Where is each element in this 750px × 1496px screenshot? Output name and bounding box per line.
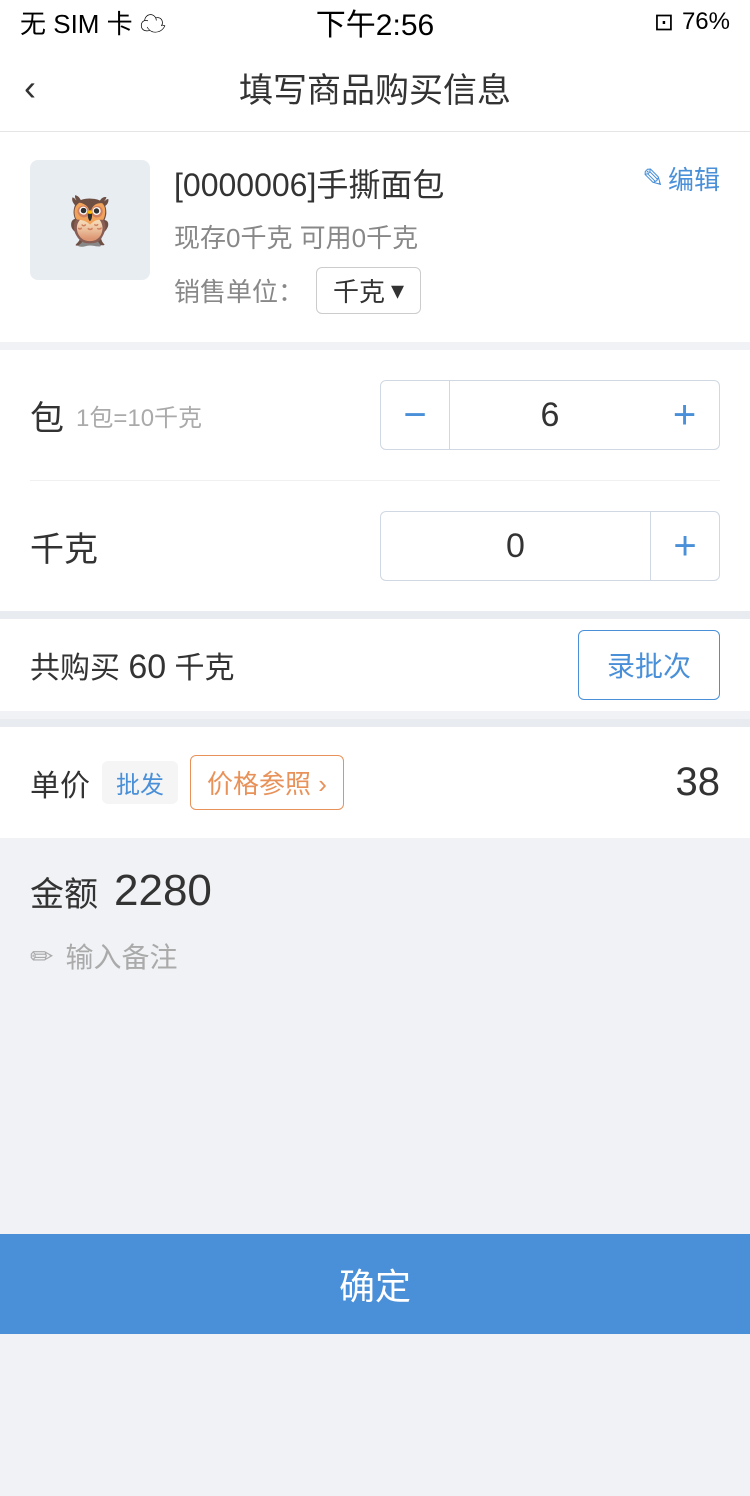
- price-section: 单价 批发 价格参照 › 38: [0, 719, 750, 838]
- quantity-section: 包 1包=10千克 − + 千克 +: [0, 350, 750, 611]
- back-button[interactable]: ‹: [24, 67, 36, 109]
- batch-button[interactable]: 录批次: [578, 630, 720, 700]
- amount-value: 2280: [114, 866, 212, 916]
- product-thumbnail: 🦉: [60, 192, 120, 249]
- product-stock: 现存0千克 可用0千克: [174, 218, 720, 255]
- qty-input-kg[interactable]: [380, 511, 650, 581]
- status-left: 无 SIM 卡 ☁: [20, 4, 166, 41]
- edit-icon: ✎: [642, 163, 664, 194]
- unit-label: 销售单位：: [174, 272, 304, 309]
- qty-plus-bao[interactable]: +: [650, 380, 720, 450]
- quantity-row-bao: 包 1包=10千克 − +: [30, 350, 720, 481]
- status-right: ⊡ 76%: [654, 8, 730, 37]
- product-info: [0000006]手撕面包 ✎ 编辑 现存0千克 可用0千克 销售单位： 千克 …: [174, 160, 720, 314]
- price-value: 38: [676, 760, 721, 805]
- remark-row[interactable]: ✏ 输入备注: [30, 936, 720, 976]
- product-name-row: [0000006]手撕面包 ✎ 编辑: [174, 160, 720, 206]
- qty-label-text-kg: 千克: [30, 522, 98, 571]
- unit-selector[interactable]: 千克 ▾: [316, 267, 421, 314]
- product-image: 🦉: [30, 160, 150, 280]
- unit-value: 千克: [333, 272, 385, 309]
- page-title: 填写商品购买信息: [239, 63, 511, 112]
- qty-controls-kg: +: [380, 511, 720, 581]
- price-ref-button[interactable]: 价格参照 ›: [190, 755, 344, 810]
- qty-minus-bao[interactable]: −: [380, 380, 450, 450]
- total-amount: 60: [128, 648, 166, 686]
- product-name: [0000006]手撕面包: [174, 160, 444, 206]
- status-time: 下午2:56: [316, 0, 434, 44]
- battery-icon: ⊡: [654, 8, 674, 37]
- qty-label-bao: 包 1包=10千克: [30, 391, 202, 440]
- qty-plus-kg[interactable]: +: [650, 511, 720, 581]
- remark-icon: ✏: [30, 940, 53, 973]
- qty-sublabel-bao: 1包=10千克: [76, 398, 202, 433]
- amount-label: 金额: [30, 867, 98, 916]
- qty-label-kg: 千克: [30, 522, 98, 571]
- product-card: 🦉 [0000006]手撕面包 ✎ 编辑 现存0千克 可用0千克 销售单位： 千…: [0, 132, 750, 350]
- qty-label-text-bao: 包: [30, 391, 64, 440]
- remark-text: 输入备注: [65, 936, 177, 976]
- edit-label: 编辑: [668, 160, 720, 197]
- amount-row: 金额 2280: [30, 866, 720, 916]
- confirm-button[interactable]: 确定: [0, 1234, 750, 1334]
- status-bar: 无 SIM 卡 ☁ 下午2:56 ⊡ 76%: [0, 0, 750, 44]
- qty-input-bao[interactable]: [450, 380, 650, 450]
- price-tag: 批发: [102, 761, 178, 804]
- quantity-row-kg: 千克 +: [30, 481, 720, 611]
- nav-bar: ‹ 填写商品购买信息: [0, 44, 750, 132]
- total-batch-section: 共购买 60 千克 录批次: [0, 611, 750, 711]
- price-left: 单价 批发 价格参照 ›: [30, 755, 344, 810]
- dropdown-icon: ▾: [391, 275, 404, 306]
- sim-status: 无 SIM 卡 ☁: [20, 4, 166, 41]
- amount-section: 金额 2280 ✏ 输入备注: [0, 838, 750, 996]
- battery-percent: 76%: [682, 8, 730, 36]
- total-text: 共购买 60 千克: [30, 643, 235, 687]
- edit-button[interactable]: ✎ 编辑: [642, 160, 720, 197]
- price-label: 单价: [30, 761, 90, 805]
- product-unit-row: 销售单位： 千克 ▾: [174, 267, 720, 314]
- qty-controls-bao: − +: [380, 380, 720, 450]
